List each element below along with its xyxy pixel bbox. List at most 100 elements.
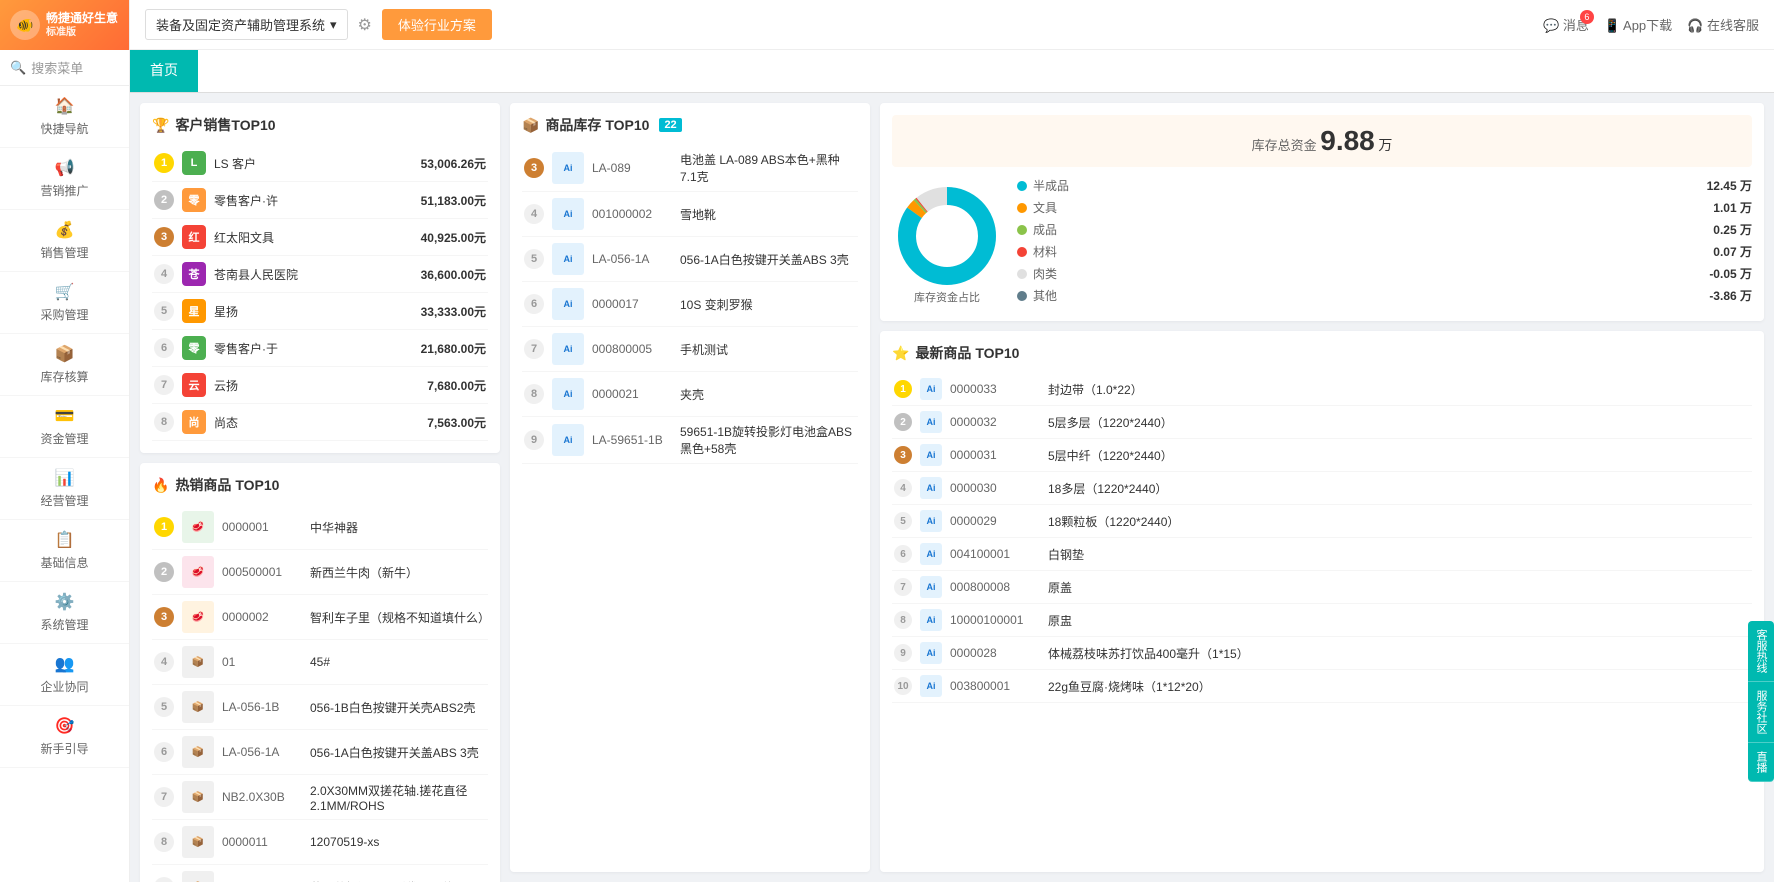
product-name: 056-1A白色按键开关盖ABS 3壳 [680, 251, 856, 268]
sidebar-item-guide[interactable]: 🎯 新手引导 [0, 706, 129, 768]
rank-avatar: 云 [182, 373, 206, 397]
customer-top10-card: 🏆 客户销售TOP10 1 L LS 客户 53,006.26元 2 零 [140, 103, 500, 453]
product-img: Ai [552, 152, 584, 184]
rank-name: 云扬 [214, 377, 419, 394]
product-code: 000800005 [592, 342, 672, 356]
legend-item: 肉类 -0.05 万 [1017, 265, 1752, 282]
rank-number: 6 [154, 338, 174, 358]
product-icon: Ai [920, 378, 942, 400]
legend-value: 0.07 万 [1713, 243, 1752, 260]
rank-num: 2 [894, 413, 912, 431]
search-label: 搜索菜单 [31, 58, 83, 77]
sidebar-item-operations[interactable]: 📊 经营管理 [0, 458, 129, 520]
rank-num: 7 [524, 339, 544, 359]
news-item: 4 Ai 0000030 18多层（1220*2440） [892, 472, 1752, 505]
chart-label: 库存资金占比 [892, 289, 1002, 305]
product-img: Ai [552, 198, 584, 230]
rank-num: 3 [894, 446, 912, 464]
sidebar-item-finance[interactable]: 💳 资金管理 [0, 396, 129, 458]
donut-container: 库存资金占比 半成品 12.45 万 文具 1.01 万 [892, 177, 1752, 309]
product-code: 0000002 [222, 610, 302, 624]
sidebar-item-marketing[interactable]: 📢 营销推广 [0, 148, 129, 210]
left-panel: 🏆 客户销售TOP10 1 L LS 客户 53,006.26元 2 零 [140, 103, 500, 872]
nav-label: 营销推广 [40, 182, 88, 199]
product-img: 📦 [182, 826, 214, 858]
rank-number: 1 [154, 153, 174, 173]
legend-dot [1017, 203, 1027, 213]
rank-value: 7,563.00元 [427, 414, 486, 431]
main-content: 🏆 客户销售TOP10 1 L LS 客户 53,006.26元 2 零 [130, 93, 1774, 882]
messages-badge[interactable]: 💬 消息 6 [1543, 15, 1589, 34]
rank-num: 8 [524, 384, 544, 404]
stock-top10-card: 📦 商品库存 TOP10 22 3 Ai LA-089 电池盖 LA-089 A… [510, 103, 870, 872]
product-item: 8 Ai 0000021 夹壳 [522, 372, 858, 417]
rank-num: 7 [154, 787, 174, 807]
product-img: 📦 [182, 691, 214, 723]
settings-icon[interactable]: ⚙ [358, 15, 372, 35]
sidebar-item-sales[interactable]: 💰 销售管理 [0, 210, 129, 272]
rank-value: 40,925.00元 [421, 229, 486, 246]
logo-icon: 🐠 [10, 10, 40, 40]
news-item: 6 Ai 004100001 白钢垫 [892, 538, 1752, 571]
sidebar-item-inventory[interactable]: 📦 库存核算 [0, 334, 129, 396]
news-item: 8 Ai 10000100001 原盅 [892, 604, 1752, 637]
product-item: 4 📦 01 45# [152, 640, 488, 685]
chevron-down-icon: ▾ [330, 17, 337, 33]
sidebar-item-home[interactable]: 🏠 快捷导航 [0, 86, 129, 148]
float-cs-live[interactable]: 直播 [1748, 743, 1774, 782]
product-item: 3 🥩 0000002 智利车子里（规格不知道填什么） [152, 595, 488, 640]
tab-home-label: 首页 [150, 62, 178, 78]
system-selector[interactable]: 装备及固定资产辅助管理系统 ▾ [145, 9, 348, 40]
rank-item: 8 尚 尚态 7,563.00元 [152, 404, 488, 441]
sidebar-search[interactable]: 🔍 搜索菜单 [0, 50, 129, 86]
tab-home[interactable]: 首页 [130, 50, 198, 92]
rank-item: 7 云 云扬 7,680.00元 [152, 367, 488, 404]
legend-dot [1017, 291, 1027, 301]
stock-total: 库存总资金 9.88 万 [892, 115, 1752, 167]
float-cs-hotline[interactable]: 客服热线 [1748, 621, 1774, 682]
system-name: 装备及固定资产辅助管理系统 [156, 15, 325, 34]
badge-count: 6 [1580, 10, 1594, 24]
product-code: LA-056-1A [222, 745, 302, 759]
legend-item: 文具 1.01 万 [1017, 199, 1752, 216]
message-icon: 💬 [1543, 18, 1559, 33]
customer-top10-title: 🏆 客户销售TOP10 [152, 115, 488, 135]
legend-name: 肉类 [1033, 265, 1703, 282]
product-icon: Ai [920, 675, 942, 697]
rank-item: 6 零 零售客户·于 21,680.00元 [152, 330, 488, 367]
fire-icon: 🔥 [152, 477, 169, 494]
donut-legend: 半成品 12.45 万 文具 1.01 万 成品 0 [1017, 177, 1752, 309]
marketing-icon: 📢 [55, 158, 75, 178]
legend-value: -3.86 万 [1709, 287, 1752, 304]
trial-button[interactable]: 体验行业方案 [382, 9, 492, 40]
rank-num: 8 [154, 832, 174, 852]
product-item: 4 Ai 001000002 雪地靴 [522, 192, 858, 237]
product-img: 🥩 [182, 556, 214, 588]
hot-products-title: 🔥 热销商品 TOP10 [152, 475, 488, 495]
stock-summary-card: 库存总资金 9.88 万 [880, 103, 1764, 321]
rank-item: 3 红 红太阳文具 40,925.00元 [152, 219, 488, 256]
product-icon: Ai [920, 543, 942, 565]
rank-name: 尚态 [214, 414, 419, 431]
product-name: 新西兰牛肉（新牛） [310, 564, 486, 581]
product-item: 9 Ai LA-59651-1B 59651-1B旋转投影灯电池盒ABS黑色+5… [522, 417, 858, 464]
product-code: 0000032 [950, 415, 1040, 429]
product-item: 1 🥩 0000001 中华神器 [152, 505, 488, 550]
product-item: 2 🥩 000500001 新西兰牛肉（新牛） [152, 550, 488, 595]
news-item: 10 Ai 003800001 22g鱼豆腐·烧烤味（1*12*20） [892, 670, 1752, 703]
nav-label: 新手引导 [40, 740, 88, 757]
online-service-btn[interactable]: 🎧 在线客服 [1687, 15, 1759, 34]
sidebar-item-collab[interactable]: 👥 企业协同 [0, 644, 129, 706]
app-download-btn[interactable]: 📱 App下载 [1604, 15, 1672, 34]
legend-item: 成品 0.25 万 [1017, 221, 1752, 238]
sidebar-item-system[interactable]: ⚙️ 系统管理 [0, 582, 129, 644]
product-name: 夹壳 [680, 386, 856, 403]
sidebar-item-purchase[interactable]: 🛒 采购管理 [0, 272, 129, 334]
online-service-label: 在线客服 [1707, 18, 1759, 33]
float-cs-panel: 客服热线 服务社区 直播 [1748, 621, 1774, 782]
sidebar-item-basics[interactable]: 📋 基础信息 [0, 520, 129, 582]
product-code: 001000002 [592, 207, 672, 221]
float-cs-community[interactable]: 服务社区 [1748, 682, 1774, 743]
search-icon: 🔍 [10, 60, 26, 76]
product-name: 59651-1B旋转投影灯电池盒ABS黑色+58壳 [680, 423, 856, 457]
